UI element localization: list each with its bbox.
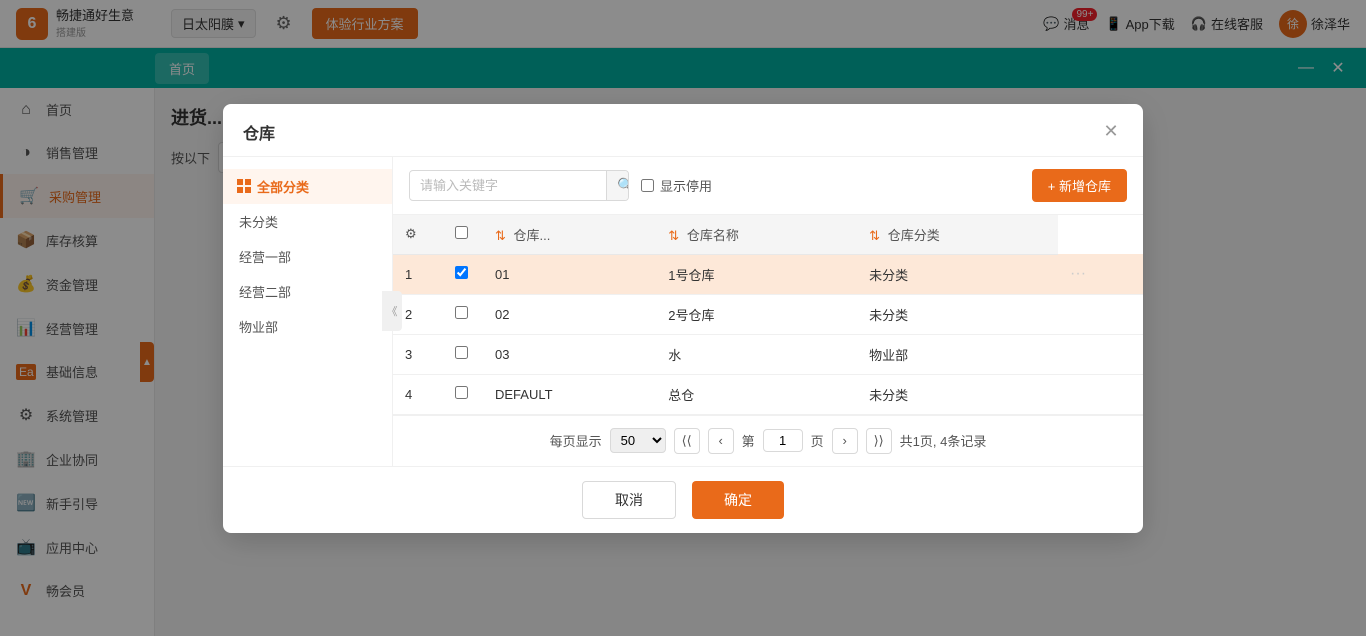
sort-icon: ⇅ bbox=[495, 228, 506, 243]
modal-overlay[interactable]: 仓库 ✕ 全部分类 未分类 经 bbox=[0, 0, 1366, 636]
category-item-2[interactable]: 经营二部 bbox=[223, 274, 392, 309]
row-name: 水 bbox=[656, 334, 857, 374]
all-category-label: 全部分类 bbox=[257, 177, 309, 196]
row-code: DEFAULT bbox=[483, 374, 656, 414]
modal-title: 仓库 bbox=[243, 120, 275, 144]
category-item-0[interactable]: 未分类 bbox=[223, 204, 392, 239]
first-page-button[interactable]: ⟨⟨ bbox=[674, 428, 700, 454]
category-item-1[interactable]: 经营一部 bbox=[223, 239, 392, 274]
new-warehouse-button[interactable]: + 新增仓库 bbox=[1032, 169, 1127, 202]
page-suffix: 页 bbox=[811, 431, 824, 450]
table-row[interactable]: 1 01 1号仓库 未分类 ··· bbox=[393, 254, 1143, 294]
data-table: ⚙ ⇅ 仓库... ⇅ bbox=[393, 215, 1143, 415]
category-collapse-button[interactable]: 《 bbox=[382, 291, 402, 331]
sort-icon-name: ⇅ bbox=[668, 228, 679, 243]
row-checkbox[interactable] bbox=[455, 266, 468, 279]
last-page-button[interactable]: ⟩⟩ bbox=[866, 428, 892, 454]
pagination-bar: 每页显示 50 100 200 ⟨⟨ ‹ 第 页 › ⟩⟩ 共1页, 4条记录 bbox=[393, 415, 1143, 466]
grid-icon bbox=[237, 179, 251, 193]
col-checkbox bbox=[443, 215, 483, 255]
row-category: 物业部 bbox=[857, 334, 1058, 374]
table-row[interactable]: 2 02 2号仓库 未分类 bbox=[393, 294, 1143, 334]
row-name: 1号仓库 bbox=[656, 254, 857, 294]
page-label: 第 bbox=[742, 431, 755, 450]
row-name: 2号仓库 bbox=[656, 294, 857, 334]
modal-footer: 取消 确定 bbox=[223, 466, 1143, 533]
row-checkbox-cell[interactable] bbox=[443, 294, 483, 334]
confirm-button[interactable]: 确定 bbox=[692, 481, 784, 519]
sort-icon-cat: ⇅ bbox=[869, 228, 880, 243]
row-checkbox[interactable] bbox=[455, 306, 468, 319]
table-row[interactable]: 4 DEFAULT 总仓 未分类 bbox=[393, 374, 1143, 414]
row-checkbox[interactable] bbox=[455, 386, 468, 399]
next-page-button[interactable]: › bbox=[832, 428, 858, 454]
row-code: 01 bbox=[483, 254, 656, 294]
show-disabled-label: 显示停用 bbox=[660, 176, 712, 195]
row-code: 03 bbox=[483, 334, 656, 374]
col-settings: ⚙ bbox=[393, 215, 443, 255]
modal-close-button[interactable]: ✕ bbox=[1099, 120, 1123, 144]
show-disabled-wrap: 显示停用 bbox=[641, 176, 712, 195]
select-all-checkbox[interactable] bbox=[455, 226, 468, 239]
col-settings-icon: ⚙ bbox=[405, 226, 417, 241]
row-actions[interactable]: ··· bbox=[1058, 254, 1143, 294]
row-category: 未分类 bbox=[857, 374, 1058, 414]
total-label: 共1页, 4条记录 bbox=[900, 431, 987, 450]
row-checkbox-cell[interactable] bbox=[443, 334, 483, 374]
col-name[interactable]: ⇅ 仓库名称 bbox=[656, 215, 857, 255]
search-button[interactable]: 🔍 bbox=[606, 171, 629, 200]
show-disabled-checkbox[interactable] bbox=[641, 179, 654, 192]
table-panel: 🔍 显示停用 + 新增仓库 ⚙ bbox=[393, 157, 1143, 466]
table-toolbar: 🔍 显示停用 + 新增仓库 bbox=[393, 157, 1143, 215]
row-index: 1 bbox=[393, 254, 443, 294]
row-actions-icon[interactable]: ··· bbox=[1070, 265, 1086, 282]
row-code: 02 bbox=[483, 294, 656, 334]
modal-header: 仓库 ✕ bbox=[223, 104, 1143, 157]
row-checkbox-cell[interactable] bbox=[443, 374, 483, 414]
row-name: 总仓 bbox=[656, 374, 857, 414]
category-item-3[interactable]: 物业部 bbox=[223, 309, 392, 344]
table-row[interactable]: 3 03 水 物业部 bbox=[393, 334, 1143, 374]
cancel-button[interactable]: 取消 bbox=[582, 481, 676, 519]
all-category-header[interactable]: 全部分类 bbox=[223, 169, 392, 204]
search-wrap: 🔍 bbox=[409, 170, 629, 201]
per-page-select[interactable]: 50 100 200 bbox=[610, 428, 666, 453]
modal-body: 全部分类 未分类 经营一部 经营二部 物业部 《 bbox=[223, 157, 1143, 466]
row-checkbox-cell[interactable] bbox=[443, 254, 483, 294]
row-index: 4 bbox=[393, 374, 443, 414]
warehouse-modal: 仓库 ✕ 全部分类 未分类 经 bbox=[223, 104, 1143, 533]
warehouse-table: ⚙ ⇅ 仓库... ⇅ bbox=[393, 215, 1143, 415]
col-code[interactable]: ⇅ 仓库... bbox=[483, 215, 656, 255]
row-category: 未分类 bbox=[857, 254, 1058, 294]
category-panel: 全部分类 未分类 经营一部 经营二部 物业部 《 bbox=[223, 157, 393, 466]
row-checkbox[interactable] bbox=[455, 346, 468, 359]
row-category: 未分类 bbox=[857, 294, 1058, 334]
search-input[interactable] bbox=[410, 172, 606, 199]
per-page-label: 每页显示 bbox=[550, 431, 602, 450]
prev-page-button[interactable]: ‹ bbox=[708, 428, 734, 454]
page-input[interactable] bbox=[763, 429, 803, 452]
col-category[interactable]: ⇅ 仓库分类 bbox=[857, 215, 1058, 255]
row-index: 3 bbox=[393, 334, 443, 374]
